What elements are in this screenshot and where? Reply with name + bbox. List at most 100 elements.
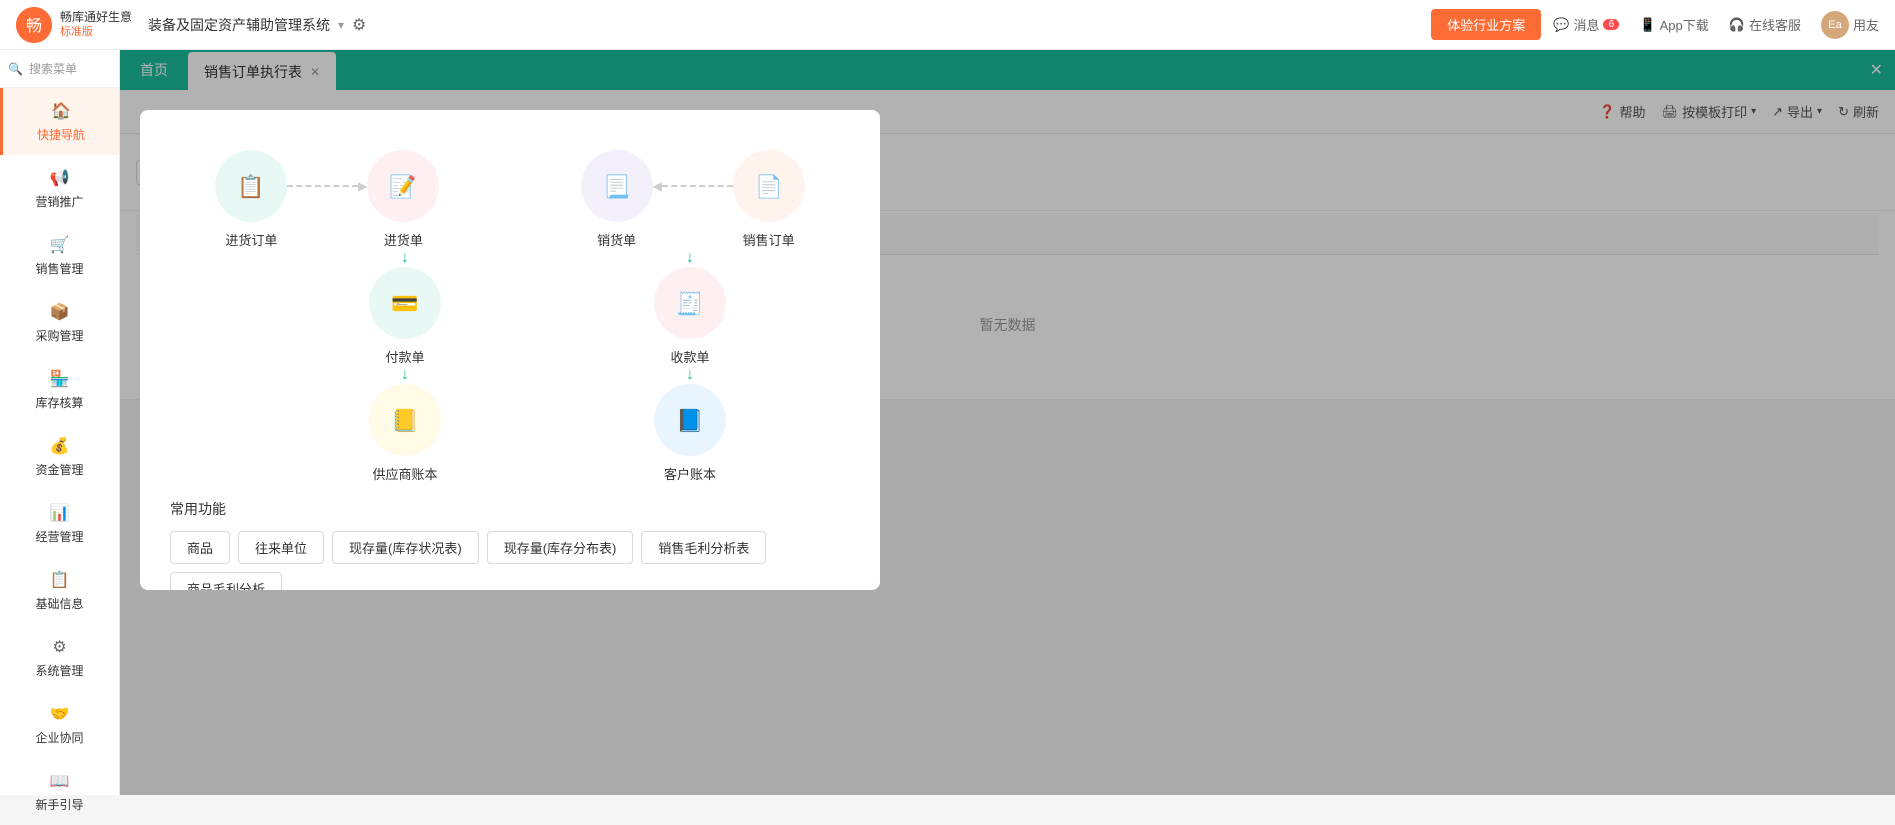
sidebar-item-guide[interactable]: 📖 新手引导 [0, 758, 119, 825]
svg-text:📒: 📒 [391, 408, 418, 433]
svg-text:📃: 📃 [603, 174, 630, 199]
flow-node-sales-bill[interactable]: 📃 销货单 [581, 150, 653, 249]
receipt-col: 🧾 收款单 [570, 267, 810, 366]
headset-icon: 🎧 [1729, 17, 1745, 33]
system-icon: ⚙ [49, 636, 71, 658]
customer-col: 📘 客户账本 [570, 384, 810, 483]
guide-icon: 📖 [49, 770, 71, 792]
func-buttons-row-1: 商品 往来单位 现存量(库存状况表) 现存量(库存分布表) 销售毛利分析表 商品… [170, 531, 850, 590]
system-title: 装备及固定资产辅助管理系统 [148, 15, 330, 35]
logo-area: 畅 畅库通好生意 标准版 [16, 7, 136, 43]
sidebar-item-label: 新手引导 [35, 796, 83, 813]
avatar-text: Ea [1828, 19, 1841, 31]
try-industry-button[interactable]: 体验行业方案 [1431, 9, 1541, 40]
sidebar-item-label: 快捷导航 [37, 126, 85, 143]
sidebar-item-finance[interactable]: 💰 资金管理 [0, 423, 119, 490]
sidebar-search[interactable]: 🔍 搜索菜单 [0, 50, 119, 88]
sidebar-item-enterprise[interactable]: 🤝 企业协同 [0, 691, 119, 758]
sales-flow: 📃 销货单 ◀ 📄 销售订单 [581, 150, 805, 249]
app-download-label: App下载 [1660, 15, 1709, 34]
flow-node-supplier-ledger[interactable]: 📒 供应商账本 [369, 384, 441, 483]
app-download-button[interactable]: 📱 App下载 [1639, 15, 1708, 34]
user-label: 用友 [1853, 15, 1879, 34]
supplier-ledger-label: 供应商账本 [372, 464, 437, 483]
purchase-order-circle: 📋 [215, 150, 287, 222]
sidebar-item-label: 营销推广 [35, 193, 83, 210]
svg-text:📘: 📘 [676, 408, 703, 433]
sidebar-item-quick-nav[interactable]: 🏠 快捷导航 [0, 88, 119, 155]
flow-node-receipt[interactable]: 🧾 收款单 [654, 267, 726, 366]
marketing-icon: 📢 [49, 167, 71, 189]
sidebar-item-system[interactable]: ⚙ 系统管理 [0, 624, 119, 691]
logo-text: 畅库通好生意 标准版 [60, 10, 132, 40]
common-functions-title: 常用功能 [170, 499, 850, 519]
payment-label: 付款单 [385, 347, 424, 366]
flow-node-customer-ledger[interactable]: 📘 客户账本 [654, 384, 726, 483]
finance-icon: 💰 [49, 435, 71, 457]
message-button[interactable]: 💬 消息 6 [1553, 15, 1619, 34]
sidebar-item-label: 销售管理 [35, 260, 83, 277]
func-btn-contacts[interactable]: 往来单位 [238, 531, 324, 564]
v-arrow-purchase: ↓ [210, 249, 450, 267]
user-area[interactable]: Ea 用友 [1821, 11, 1879, 39]
message-badge: 6 [1603, 19, 1619, 30]
phone-icon: 📱 [1639, 17, 1655, 33]
flow-node-purchase-bill[interactable]: 📝 进货单 [367, 150, 439, 249]
func-btn-stock-status[interactable]: 现存量(库存状况表) [332, 531, 479, 564]
flow-row-1: 📋 进货订单 ▶ 📝 进货单 [170, 140, 850, 249]
func-btn-sales-margin[interactable]: 销售毛利分析表 [641, 531, 766, 564]
operation-icon: 📊 [49, 502, 71, 524]
func-btn-product-margin[interactable]: 商品毛利分析 [170, 572, 282, 590]
message-label: 消息 [1573, 15, 1599, 34]
online-service-button[interactable]: 🎧 在线客服 [1729, 15, 1801, 34]
sidebar-item-label: 资金管理 [35, 461, 83, 478]
common-functions-section: 常用功能 商品 往来单位 现存量(库存状况表) 现存量(库存分布表) 销售毛利分… [170, 483, 850, 590]
flow-row-3: 📒 供应商账本 📘 客户账本 [170, 384, 850, 483]
payment-circle: 💳 [369, 267, 441, 339]
modal-overlay: 📋 进货订单 ▶ 📝 进货单 [120, 50, 1895, 795]
func-btn-stock-dist[interactable]: 现存量(库存分布表) [487, 531, 634, 564]
payment-col: 💳 付款单 [210, 267, 450, 366]
flow-node-payment[interactable]: 💳 付款单 [369, 267, 441, 366]
system-title-area: 装备及固定资产辅助管理系统 ▾ ⚙ [148, 15, 1419, 35]
purchase-flow: 📋 进货订单 ▶ 📝 进货单 [215, 150, 439, 249]
v-arrow-payment: ↓ [210, 366, 450, 384]
func-btn-product[interactable]: 商品 [170, 531, 230, 564]
logo-subtitle: 畅库通好生意 [60, 10, 132, 26]
receipt-circle: 🧾 [654, 267, 726, 339]
sidebar-item-basic[interactable]: 📋 基础信息 [0, 557, 119, 624]
vertical-arrows-row: ↓ ↓ [170, 249, 850, 267]
flow-node-sales-order[interactable]: 📄 销售订单 [733, 150, 805, 249]
home-icon: 🏠 [50, 100, 72, 122]
dropdown-arrow-icon[interactable]: ▾ [338, 18, 344, 32]
sidebar-item-sales[interactable]: 🛒 销售管理 [0, 222, 119, 289]
main-content: 首页 销售订单执行表 ✕ ✕ ❓ 帮助 🖨 按模板打印 ▾ ↗ 导出 ▾ [120, 50, 1895, 795]
customer-ledger-label: 客户账本 [664, 464, 716, 483]
sidebar-item-inventory[interactable]: 🏪 库存核算 [0, 356, 119, 423]
v-arrow-sales: ↓ [570, 249, 810, 267]
arrow-purchase: ▶ [287, 179, 367, 193]
settings-icon[interactable]: ⚙ [352, 15, 366, 35]
enterprise-icon: 🤝 [49, 703, 71, 725]
svg-text:📝: 📝 [390, 174, 417, 199]
sidebar-item-purchase[interactable]: 📦 采购管理 [0, 289, 119, 356]
sidebar-item-label: 基础信息 [35, 595, 83, 612]
svg-text:📄: 📄 [755, 174, 782, 199]
supplier-ledger-circle: 📒 [369, 384, 441, 456]
sidebar-item-marketing[interactable]: 📢 营销推广 [0, 155, 119, 222]
user-avatar: Ea [1821, 11, 1849, 39]
svg-text:畅: 畅 [26, 17, 42, 35]
sidebar-item-operation[interactable]: 📊 经营管理 [0, 490, 119, 557]
online-service-label: 在线客服 [1749, 15, 1801, 34]
customer-ledger-circle: 📘 [654, 384, 726, 456]
supplier-col: 📒 供应商账本 [210, 384, 450, 483]
flow-node-purchase-order[interactable]: 📋 进货订单 [215, 150, 287, 249]
sales-order-circle: 📄 [733, 150, 805, 222]
arrow-sales: ◀ [653, 179, 733, 193]
sidebar-item-label: 系统管理 [35, 662, 83, 679]
sales-bill-label: 销货单 [597, 230, 636, 249]
main-layout: 🔍 搜索菜单 🏠 快捷导航 📢 营销推广 🛒 销售管理 📦 采购管理 🏪 库存核… [0, 50, 1895, 795]
message-icon: 💬 [1553, 17, 1569, 33]
receipt-label: 收款单 [670, 347, 709, 366]
sidebar-item-label: 库存核算 [35, 394, 83, 411]
